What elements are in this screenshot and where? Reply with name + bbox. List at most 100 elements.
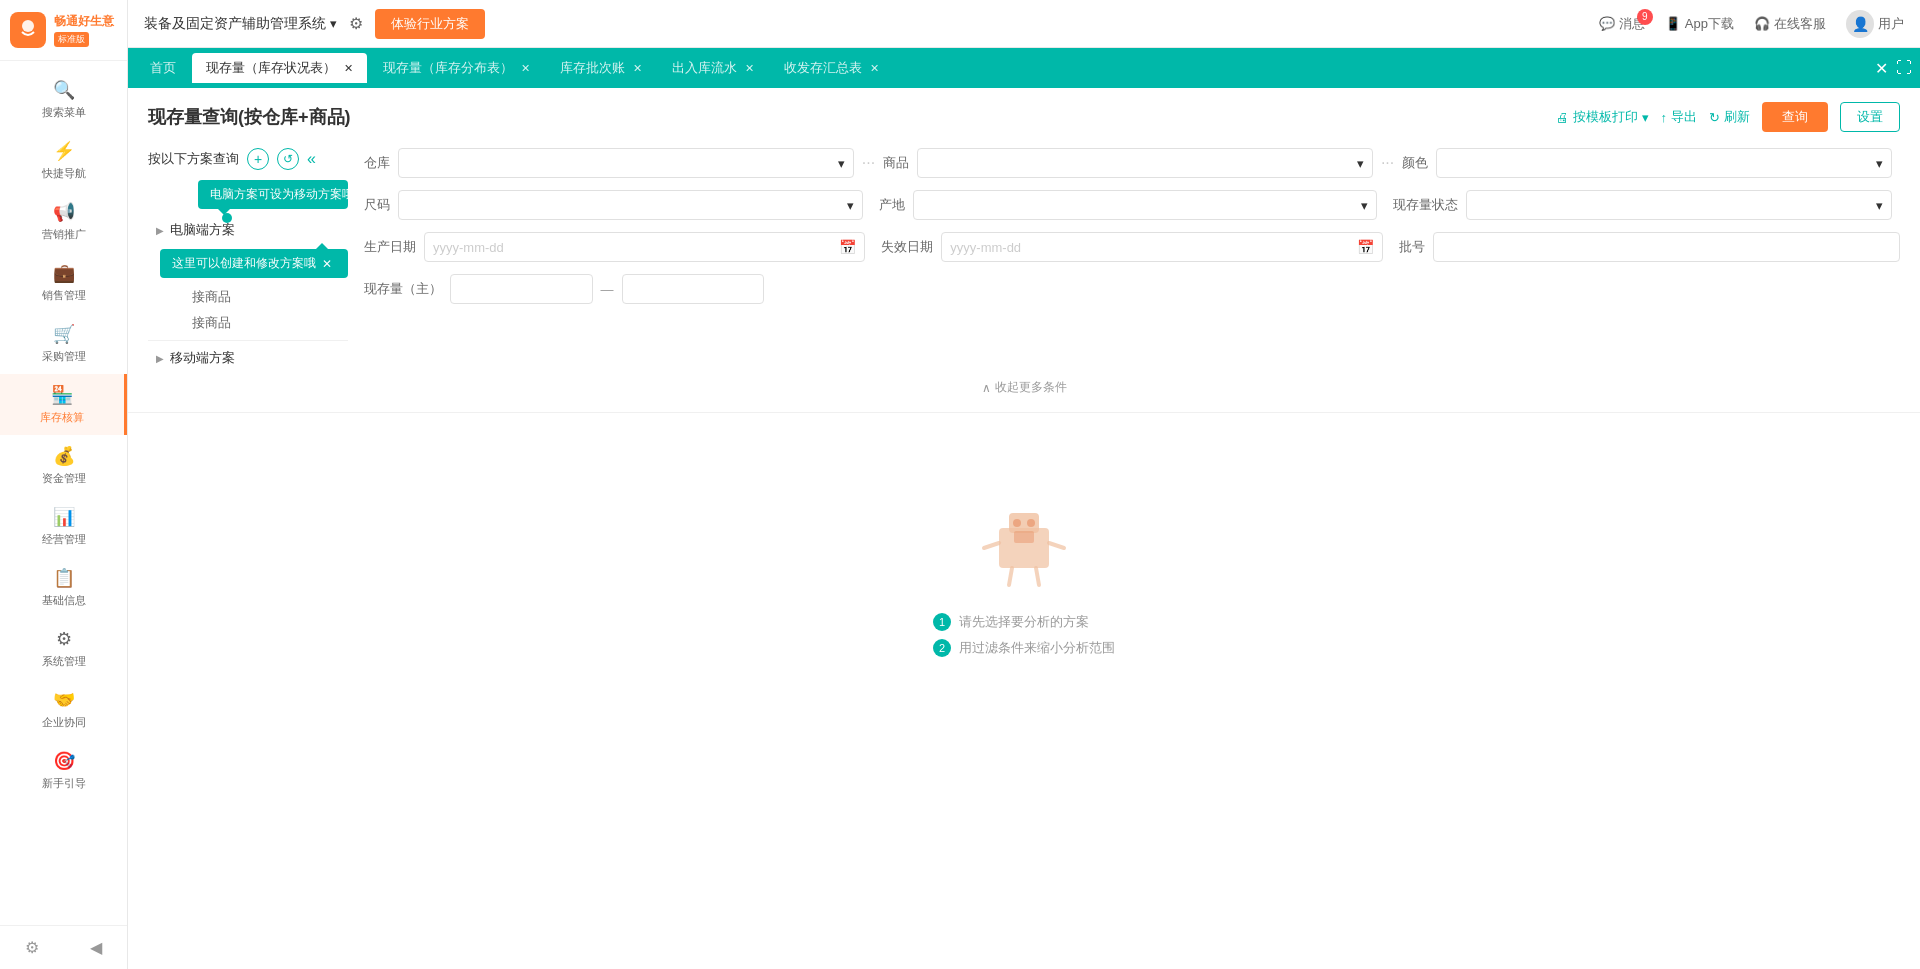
expire-date-input[interactable]: yyyy-mm-dd 📅: [941, 232, 1382, 262]
stock-main-max-input[interactable]: [622, 274, 765, 304]
origin-label: 产地: [879, 196, 905, 214]
sidebar-item-sales-label: 销售管理: [42, 288, 86, 303]
setting-button[interactable]: 设置: [1840, 102, 1900, 132]
online-support-button[interactable]: 🎧 在线客服: [1754, 15, 1826, 33]
empty-steps-list: 1 请先选择要分析的方案 2 用过滤条件来缩小分析范围: [933, 613, 1115, 665]
tab-maximize-button[interactable]: ⛶: [1896, 59, 1912, 78]
tab-inout-flow-close-icon[interactable]: ✕: [745, 62, 754, 75]
message-button[interactable]: 💬 消息 9: [1599, 15, 1645, 33]
collapse-button[interactable]: ∧ 收起更多条件: [982, 379, 1067, 396]
origin-select[interactable]: ▾: [913, 190, 1378, 220]
tab-inventory-dist[interactable]: 现存量（库存分布表） ✕: [369, 53, 544, 83]
export-button[interactable]: ↑ 导出: [1661, 108, 1698, 126]
main-area: 装备及固定资产辅助管理系统 ▾ ⚙ 体验行业方案 💬 消息 9 📱 App下载 …: [128, 0, 1920, 969]
goods-select[interactable]: ▾: [917, 148, 1373, 178]
sidebar-collapse-button[interactable]: ◀: [90, 938, 102, 957]
sidebar-item-marketing[interactable]: 📢 营销推广: [0, 191, 127, 252]
sidebar-item-marketing-label: 营销推广: [42, 227, 86, 242]
sidebar-item-inventory[interactable]: 🏪 库存核算: [0, 374, 127, 435]
warehouse-select[interactable]: ▾: [398, 148, 854, 178]
batch-label: 批号: [1399, 238, 1425, 256]
empty-state: 1 请先选择要分析的方案 2 用过滤条件来缩小分析范围: [128, 413, 1920, 745]
app-download-button[interactable]: 📱 App下载: [1665, 15, 1734, 33]
template-print-button[interactable]: 🖨 按模板打印 ▾: [1556, 108, 1649, 126]
expire-date-icon: 📅: [1357, 239, 1374, 255]
sidebar-item-purchase[interactable]: 🛒 采购管理: [0, 313, 127, 374]
settings-gear-button[interactable]: ⚙: [349, 14, 363, 33]
sidebar-item-basic-info[interactable]: 📋 基础信息: [0, 557, 127, 618]
tab-home-label: 首页: [150, 59, 176, 77]
produce-date-input[interactable]: yyyy-mm-dd 📅: [424, 232, 865, 262]
tab-inventory-dist-close-icon[interactable]: ✕: [521, 62, 530, 75]
filter-back-button[interactable]: «: [307, 150, 316, 168]
svg-point-4: [1027, 519, 1035, 527]
export-icon: ↑: [1661, 110, 1668, 125]
tab-inout-flow[interactable]: 出入库流水 ✕: [658, 53, 768, 83]
filter-origin: 产地 ▾: [879, 190, 1378, 220]
tooltip-bottom-close-icon[interactable]: ✕: [322, 257, 332, 271]
sidebar-item-operation[interactable]: 📊 经营管理: [0, 496, 127, 557]
user-menu-button[interactable]: 👤 用户: [1846, 10, 1904, 38]
tooltip-bottom-text: 这里可以创建和修改方案哦: [172, 255, 316, 272]
tooltip-top-close-icon[interactable]: ✕: [360, 188, 370, 202]
system-title-dropdown[interactable]: 装备及固定资产辅助管理系统 ▾: [144, 15, 337, 33]
tab-inventory-status-close-icon[interactable]: ✕: [344, 62, 353, 75]
scheme-pc-item[interactable]: ▶ 电脑端方案: [148, 217, 348, 243]
logo-text: 畅通好生意 标准版: [54, 13, 114, 47]
sidebar-item-search-menu-label: 搜索菜单: [42, 105, 86, 120]
stock-status-select[interactable]: ▾: [1466, 190, 1892, 220]
message-badge: 9: [1637, 9, 1653, 25]
user-avatar: 👤: [1846, 10, 1874, 38]
produce-date-placeholder: yyyy-mm-dd: [433, 240, 504, 255]
tab-batch-ledger-label: 库存批次账: [560, 59, 625, 77]
operation-icon: 📊: [53, 506, 75, 528]
step-1-label: 请先选择要分析的方案: [959, 613, 1089, 631]
batch-input[interactable]: [1433, 232, 1900, 262]
filter-reset-button[interactable]: ↺: [277, 148, 299, 170]
sidebar-item-system-label: 系统管理: [42, 654, 86, 669]
sidebar-item-inventory-label: 库存核算: [40, 410, 84, 425]
stock-main-min-input[interactable]: [450, 274, 593, 304]
tab-recv-send-summary[interactable]: 收发存汇总表 ✕: [770, 53, 893, 83]
header-left: 装备及固定资产辅助管理系统 ▾ ⚙ 体验行业方案: [144, 9, 485, 39]
mobile-scheme-label: 移动端方案: [170, 349, 235, 367]
industry-plan-button[interactable]: 体验行业方案: [375, 9, 485, 39]
sidebar-item-guide[interactable]: 🎯 新手引导: [0, 740, 127, 801]
sidebar-item-system[interactable]: ⚙ 系统管理: [0, 618, 127, 679]
tab-recv-send-summary-close-icon[interactable]: ✕: [870, 62, 879, 75]
filter-row-3: 生产日期 yyyy-mm-dd 📅 失效日期: [364, 232, 1900, 262]
tab-inventory-status[interactable]: 现存量（库存状况表） ✕: [192, 53, 367, 83]
sidebar-settings-button[interactable]: ⚙: [25, 938, 39, 957]
refresh-button[interactable]: ↻ 刷新: [1709, 108, 1750, 126]
page-title: 现存量查询(按仓库+商品): [148, 105, 351, 129]
svg-point-3: [1013, 519, 1021, 527]
filter-add-button[interactable]: +: [247, 148, 269, 170]
scheme-sub-item-1[interactable]: 接商品: [168, 310, 348, 336]
tab-batch-ledger-close-icon[interactable]: ✕: [633, 62, 642, 75]
sidebar-item-quick-nav[interactable]: ⚡ 快捷导航: [0, 130, 127, 191]
filter-size: 尺码 ▾: [364, 190, 863, 220]
size-select[interactable]: ▾: [398, 190, 863, 220]
color-select[interactable]: ▾: [1436, 148, 1892, 178]
sidebar-item-finance-label: 资金管理: [42, 471, 86, 486]
sidebar-item-search-menu[interactable]: 🔍 搜索菜单: [0, 69, 127, 130]
tab-home[interactable]: 首页: [136, 53, 190, 83]
scheme-sub-item-0[interactable]: 接商品: [168, 284, 348, 310]
scheme-tooltip-top-area: 电脑方案可设为移动方案哦 ✕: [198, 180, 348, 209]
system-title: 装备及固定资产辅助管理系统: [144, 15, 326, 33]
headset-icon: 🎧: [1754, 16, 1770, 31]
empty-illustration: [974, 493, 1074, 593]
step-2-num: 2: [933, 639, 951, 657]
tab-batch-ledger[interactable]: 库存批次账 ✕: [546, 53, 656, 83]
goods-dots[interactable]: ···: [1381, 154, 1394, 172]
warehouse-dots[interactable]: ···: [862, 154, 875, 172]
sidebar-item-finance[interactable]: 💰 资金管理: [0, 435, 127, 496]
query-button[interactable]: 查询: [1762, 102, 1828, 132]
sidebar-item-enterprise[interactable]: 🤝 企业协同: [0, 679, 127, 740]
online-support-label: 在线客服: [1774, 15, 1826, 33]
scheme-mobile-item[interactable]: ▶ 移动端方案: [148, 345, 348, 371]
tab-close-all-button[interactable]: ✕: [1875, 59, 1888, 78]
sidebar-item-sales[interactable]: 💼 销售管理: [0, 252, 127, 313]
collapse-label: 收起更多条件: [995, 379, 1067, 396]
svg-line-6: [984, 543, 999, 548]
